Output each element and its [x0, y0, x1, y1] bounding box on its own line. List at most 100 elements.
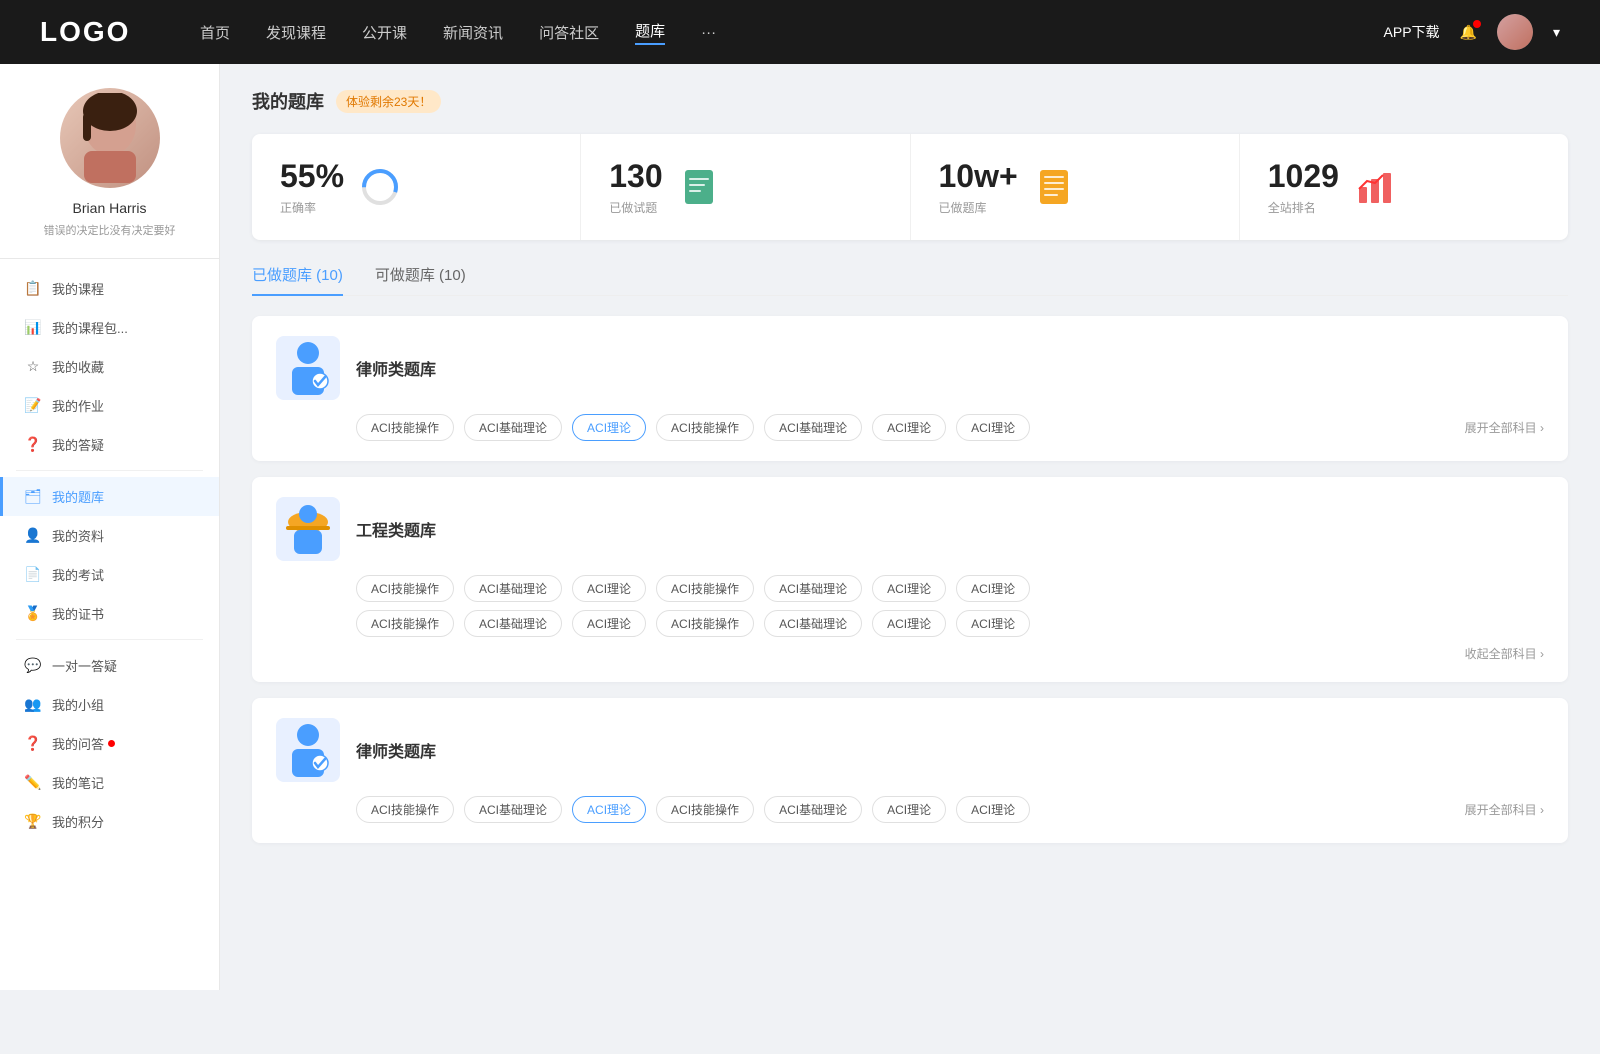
user-dropdown-chevron[interactable]: ▾: [1553, 24, 1560, 41]
trial-badge: 体验剩余23天！: [336, 90, 441, 113]
myqa-icon: ❓: [24, 436, 42, 454]
nav-qa[interactable]: 问答社区: [539, 22, 599, 43]
sidebar-item-myexam[interactable]: 📄 我的考试: [0, 555, 219, 594]
ranking-icon: [1355, 167, 1395, 207]
sidebar-item-mygroup[interactable]: 👥 我的小组: [0, 685, 219, 724]
myprofile-icon: 👤: [24, 527, 42, 545]
tag-2-5[interactable]: ACI理论: [872, 796, 946, 823]
sidebar-item-mycert[interactable]: 🏅 我的证书: [0, 594, 219, 633]
tag-1-0[interactable]: ACI技能操作: [356, 575, 454, 602]
expand-link-0[interactable]: 展开全部科目 ›: [1465, 419, 1544, 436]
tag-2-3[interactable]: ACI技能操作: [656, 796, 754, 823]
mynotes-icon: ✏️: [24, 774, 42, 792]
tag-2-6[interactable]: ACI理论: [956, 796, 1030, 823]
nav-more[interactable]: ···: [701, 24, 716, 41]
tab-available-banks[interactable]: 可做题库 (10): [375, 264, 466, 295]
ranking-number: 1029: [1268, 158, 1339, 195]
tag-0-1[interactable]: ACI基础理论: [464, 414, 562, 441]
tag-1-r2-0[interactable]: ACI技能操作: [356, 610, 454, 637]
nav-courses[interactable]: 发现课程: [266, 22, 326, 43]
tag-1-r2-4[interactable]: ACI基础理论: [764, 610, 862, 637]
sidebar-item-1v1[interactable]: 💬 一对一答疑: [0, 646, 219, 685]
stat-done-questions: 130 已做试题: [581, 134, 910, 240]
profile-avatar[interactable]: [60, 88, 160, 188]
tab-done-banks[interactable]: 已做题库 (10): [252, 264, 343, 295]
tag-1-1[interactable]: ACI基础理论: [464, 575, 562, 602]
nav-question-bank[interactable]: 题库: [635, 20, 665, 45]
stats-row: 55% 正确率 130 已做试题: [252, 134, 1568, 240]
tag-0-4[interactable]: ACI基础理论: [764, 414, 862, 441]
sidebar-item-mynotes[interactable]: ✏️ 我的笔记: [0, 763, 219, 802]
sidebar-label-myprofile: 我的资料: [52, 526, 104, 545]
tag-1-r2-2[interactable]: ACI理论: [572, 610, 646, 637]
bank-header-0: 律师类题库: [276, 336, 1544, 400]
notification-badge: [1473, 20, 1481, 28]
avatar-image: [1497, 14, 1533, 50]
tag-1-2[interactable]: ACI理论: [572, 575, 646, 602]
tag-0-6[interactable]: ACI理论: [956, 414, 1030, 441]
bank-header-2: 律师类题库: [276, 718, 1544, 782]
sidebar-item-myprofile[interactable]: 👤 我的资料: [0, 516, 219, 555]
1v1-icon: 💬: [24, 657, 42, 675]
pie-chart-icon: [361, 168, 399, 206]
sidebar-label-questionbank: 我的题库: [52, 487, 104, 506]
favorites-icon: ☆: [24, 358, 42, 376]
sidebar-label-coursepackage: 我的课程包...: [52, 318, 128, 337]
divider-2: [16, 639, 203, 640]
tag-1-r2-3[interactable]: ACI技能操作: [656, 610, 754, 637]
nav-home[interactable]: 首页: [200, 22, 230, 43]
sidebar-label-mycert: 我的证书: [52, 604, 104, 623]
sidebar-label-mycourse: 我的课程: [52, 279, 104, 298]
mycourse-icon: 📋: [24, 280, 42, 298]
tag-1-3[interactable]: ACI技能操作: [656, 575, 754, 602]
sidebar-item-mypoints[interactable]: 🏆 我的积分: [0, 802, 219, 841]
tag-0-2[interactable]: ACI理论: [572, 414, 646, 441]
nav-news[interactable]: 新闻资讯: [443, 22, 503, 43]
tag-0-0[interactable]: ACI技能操作: [356, 414, 454, 441]
tag-1-r2-5[interactable]: ACI理论: [872, 610, 946, 637]
done-questions-icon: [679, 167, 719, 207]
sidebar-label-myqa: 我的答疑: [52, 435, 104, 454]
sidebar-item-mycourse[interactable]: 📋 我的课程: [0, 269, 219, 308]
app-download-btn[interactable]: APP下载: [1384, 22, 1440, 42]
stat-done-banks: 10w+ 已做题库: [911, 134, 1240, 240]
tag-1-r2-6[interactable]: ACI理论: [956, 610, 1030, 637]
expand-link-2[interactable]: 展开全部科目 ›: [1465, 801, 1544, 818]
questionbank-icon: 🗂: [24, 488, 42, 506]
tag-2-4[interactable]: ACI基础理论: [764, 796, 862, 823]
tag-2-1[interactable]: ACI基础理论: [464, 796, 562, 823]
bank-icon-engineer-1: [276, 497, 340, 561]
sidebar-item-homework[interactable]: 📝 我的作业: [0, 386, 219, 425]
nav-open-course[interactable]: 公开课: [362, 22, 407, 43]
sidebar-item-coursepackage[interactable]: 📊 我的课程包...: [0, 308, 219, 347]
tag-1-r2-1[interactable]: ACI基础理论: [464, 610, 562, 637]
sidebar-item-favorites[interactable]: ☆ 我的收藏: [0, 347, 219, 386]
tag-2-2[interactable]: ACI理论: [572, 796, 646, 823]
sidebar-label-1v1: 一对一答疑: [52, 656, 117, 675]
homework-icon: 📝: [24, 397, 42, 415]
bank-section-0: 律师类题库 ACI技能操作 ACI基础理论 ACI理论 ACI技能操作 ACI基…: [252, 316, 1568, 461]
tag-2-0[interactable]: ACI技能操作: [356, 796, 454, 823]
sidebar-label-myanswer: 我的问答: [52, 734, 104, 753]
sidebar-item-questionbank[interactable]: 🗂 我的题库: [0, 477, 219, 516]
sidebar-label-mypoints: 我的积分: [52, 812, 104, 831]
accuracy-number: 55%: [280, 158, 344, 195]
mycert-icon: 🏅: [24, 605, 42, 623]
tag-1-6[interactable]: ACI理论: [956, 575, 1030, 602]
bank-section-2: 律师类题库 ACI技能操作 ACI基础理论 ACI理论 ACI技能操作 ACI基…: [252, 698, 1568, 843]
tag-0-3[interactable]: ACI技能操作: [656, 414, 754, 441]
bank-section-1: 工程类题库 ACI技能操作 ACI基础理论 ACI理论 ACI技能操作 ACI基…: [252, 477, 1568, 682]
notification-bell[interactable]: 🔔: [1460, 24, 1477, 41]
tag-1-5[interactable]: ACI理论: [872, 575, 946, 602]
sidebar-label-mynotes: 我的笔记: [52, 773, 104, 792]
sidebar-item-myqa[interactable]: ❓ 我的答疑: [0, 425, 219, 464]
user-avatar[interactable]: [1497, 14, 1533, 50]
logo[interactable]: LOGO: [40, 16, 140, 48]
tag-0-5[interactable]: ACI理论: [872, 414, 946, 441]
tag-1-4[interactable]: ACI基础理论: [764, 575, 862, 602]
sidebar-menu: 📋 我的课程 📊 我的课程包... ☆ 我的收藏 📝 我的作业 ❓ 我的答疑 �: [0, 269, 219, 841]
profile-section: Brian Harris 错误的决定比没有决定要好: [0, 88, 219, 259]
sidebar-item-myanswer[interactable]: ❓ 我的问答: [0, 724, 219, 763]
profile-motto: 错误的决定比没有决定要好: [44, 222, 176, 238]
collapse-link-1[interactable]: 收起全部科目 ›: [1465, 645, 1544, 662]
